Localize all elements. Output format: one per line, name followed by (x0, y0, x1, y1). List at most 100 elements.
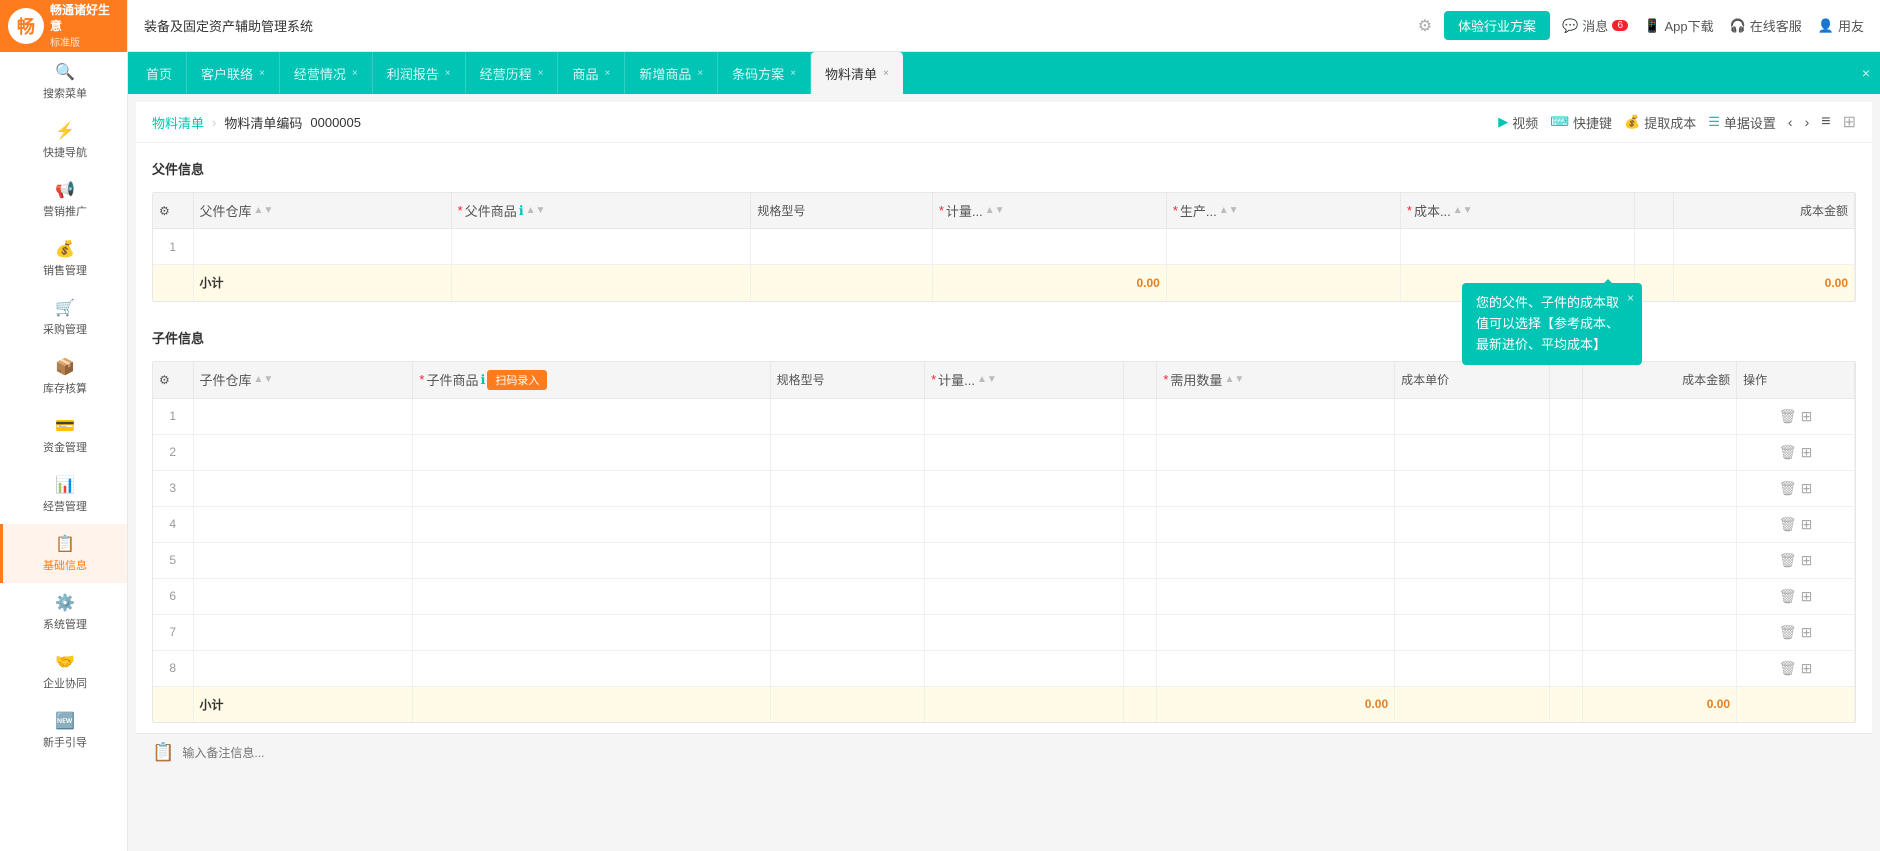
tab-close-icon[interactable]: × (259, 68, 265, 79)
child-unit[interactable] (925, 542, 1124, 578)
nav-tab-商品[interactable]: 商品× (558, 52, 625, 94)
child-warehouse[interactable] (193, 506, 413, 542)
parent-produce-1[interactable] (1166, 229, 1400, 265)
child-qty[interactable] (1157, 398, 1395, 434)
sidebar-item-inventory[interactable]: 📦库存核算 (0, 347, 127, 406)
tab-close-icon[interactable]: × (445, 68, 451, 79)
sidebar-item-enterprise[interactable]: 🤝企业协同 (0, 642, 127, 701)
child-unit-cost[interactable] (1395, 470, 1550, 506)
tab-close-icon[interactable]: × (790, 68, 796, 79)
nav-tab-条码方案[interactable]: 条码方案× (718, 52, 811, 94)
child-unit-cost[interactable] (1395, 506, 1550, 542)
child-product[interactable] (413, 578, 770, 614)
doc-settings-action[interactable]: ☰ 单据设置 (1708, 113, 1776, 132)
user-action[interactable]: 👤 用友 (1818, 16, 1864, 35)
parent-cost-1[interactable] (1400, 229, 1634, 265)
delete-icon[interactable]: 🗑 (1779, 660, 1797, 677)
tab-close-icon[interactable]: × (604, 68, 610, 79)
delete-icon[interactable]: 🗑 (1779, 480, 1797, 497)
parent-spec-1[interactable] (751, 229, 932, 265)
delete-icon[interactable]: 🗑 (1779, 552, 1797, 569)
tab-close-icon[interactable]: × (883, 68, 889, 79)
child-spec[interactable] (770, 506, 925, 542)
child-unit-cost[interactable] (1395, 650, 1550, 686)
nav-tab-利润报告[interactable]: 利润报告× (373, 52, 466, 94)
child-warehouse[interactable] (193, 398, 413, 434)
child-unit-cost[interactable] (1395, 578, 1550, 614)
next-action[interactable]: › (1805, 114, 1810, 130)
child-spec[interactable] (770, 398, 925, 434)
nav-tab-经营情况[interactable]: 经营情况× (280, 52, 373, 94)
child-qty[interactable] (1157, 434, 1395, 470)
child-product[interactable] (413, 506, 770, 542)
child-unit[interactable] (925, 614, 1124, 650)
tooltip-close[interactable]: × (1627, 289, 1634, 308)
grid-view-action[interactable]: ≡ (1821, 113, 1830, 131)
trial-button[interactable]: 体验行业方案 (1444, 11, 1550, 40)
child-unit[interactable] (925, 578, 1124, 614)
child-product[interactable] (413, 398, 770, 434)
child-unit[interactable] (925, 398, 1124, 434)
close-all-tabs[interactable]: × (1856, 61, 1876, 85)
nav-tab-首页[interactable]: 首页 (132, 52, 187, 94)
th-settings-parent[interactable]: ⚙ (153, 193, 193, 229)
tab-close-icon[interactable]: × (352, 68, 358, 79)
app-download-action[interactable]: 📱 App下载 (1644, 16, 1713, 35)
child-qty[interactable] (1157, 470, 1395, 506)
scan-button[interactable]: 扫码录入 (487, 370, 547, 390)
shortcut-action[interactable]: ⌨ 快捷键 (1550, 113, 1612, 132)
video-action[interactable]: ▶ 视频 (1498, 113, 1538, 132)
child-product[interactable] (413, 434, 770, 470)
child-warehouse[interactable] (193, 434, 413, 470)
expand-action[interactable]: ⊞ (1843, 112, 1856, 132)
child-warehouse[interactable] (193, 650, 413, 686)
tab-close-icon[interactable]: × (538, 68, 544, 79)
copy-icon[interactable]: ⊞ (1801, 480, 1813, 497)
child-qty[interactable] (1157, 506, 1395, 542)
child-spec[interactable] (770, 650, 925, 686)
sidebar-item-search[interactable]: 🔍搜索菜单 (0, 52, 127, 111)
child-unit-cost[interactable] (1395, 614, 1550, 650)
th-settings-child[interactable]: ⚙ (153, 362, 193, 399)
nav-tab-客户联络[interactable]: 客户联络× (187, 52, 280, 94)
delete-icon[interactable]: 🗑 (1779, 624, 1797, 641)
copy-icon[interactable]: ⊞ (1801, 588, 1813, 605)
child-warehouse[interactable] (193, 542, 413, 578)
child-spec[interactable] (770, 614, 925, 650)
copy-icon[interactable]: ⊞ (1801, 516, 1813, 533)
child-unit-cost[interactable] (1395, 398, 1550, 434)
child-warehouse[interactable] (193, 470, 413, 506)
child-warehouse[interactable] (193, 578, 413, 614)
child-unit-cost[interactable] (1395, 434, 1550, 470)
copy-icon[interactable]: ⊞ (1801, 660, 1813, 677)
child-qty[interactable] (1157, 578, 1395, 614)
delete-icon[interactable]: 🗑 (1779, 588, 1797, 605)
child-unit[interactable] (925, 470, 1124, 506)
sidebar-item-marketing[interactable]: 📢营销推广 (0, 170, 127, 229)
delete-icon[interactable]: 🗑 (1779, 444, 1797, 461)
copy-icon[interactable]: ⊞ (1801, 552, 1813, 569)
note-input[interactable] (182, 746, 1856, 760)
child-qty[interactable] (1157, 542, 1395, 578)
delete-icon[interactable]: 🗑 (1779, 408, 1797, 425)
child-spec[interactable] (770, 542, 925, 578)
child-qty[interactable] (1157, 650, 1395, 686)
parent-unit-1[interactable] (932, 229, 1166, 265)
child-unit-cost[interactable] (1395, 542, 1550, 578)
nav-tab-经营历程[interactable]: 经营历程× (466, 52, 559, 94)
child-unit[interactable] (925, 506, 1124, 542)
copy-icon[interactable]: ⊞ (1801, 408, 1813, 425)
child-product[interactable] (413, 614, 770, 650)
sidebar-item-purchase[interactable]: 🛒采购管理 (0, 288, 127, 347)
nav-tab-物料清单[interactable]: 物料清单× (811, 52, 903, 94)
child-unit[interactable] (925, 434, 1124, 470)
online-service-action[interactable]: 🎧 在线客服 (1730, 16, 1802, 35)
sidebar-item-guide[interactable]: 🆕新手引导 (0, 701, 127, 760)
breadcrumb-parent[interactable]: 物料清单 (152, 113, 204, 132)
child-spec[interactable] (770, 578, 925, 614)
child-product[interactable] (413, 542, 770, 578)
sidebar-item-basic[interactable]: 📋基础信息 (0, 524, 127, 583)
sidebar-item-operation[interactable]: 📊经营管理 (0, 465, 127, 524)
child-warehouse[interactable] (193, 614, 413, 650)
child-product[interactable] (413, 470, 770, 506)
